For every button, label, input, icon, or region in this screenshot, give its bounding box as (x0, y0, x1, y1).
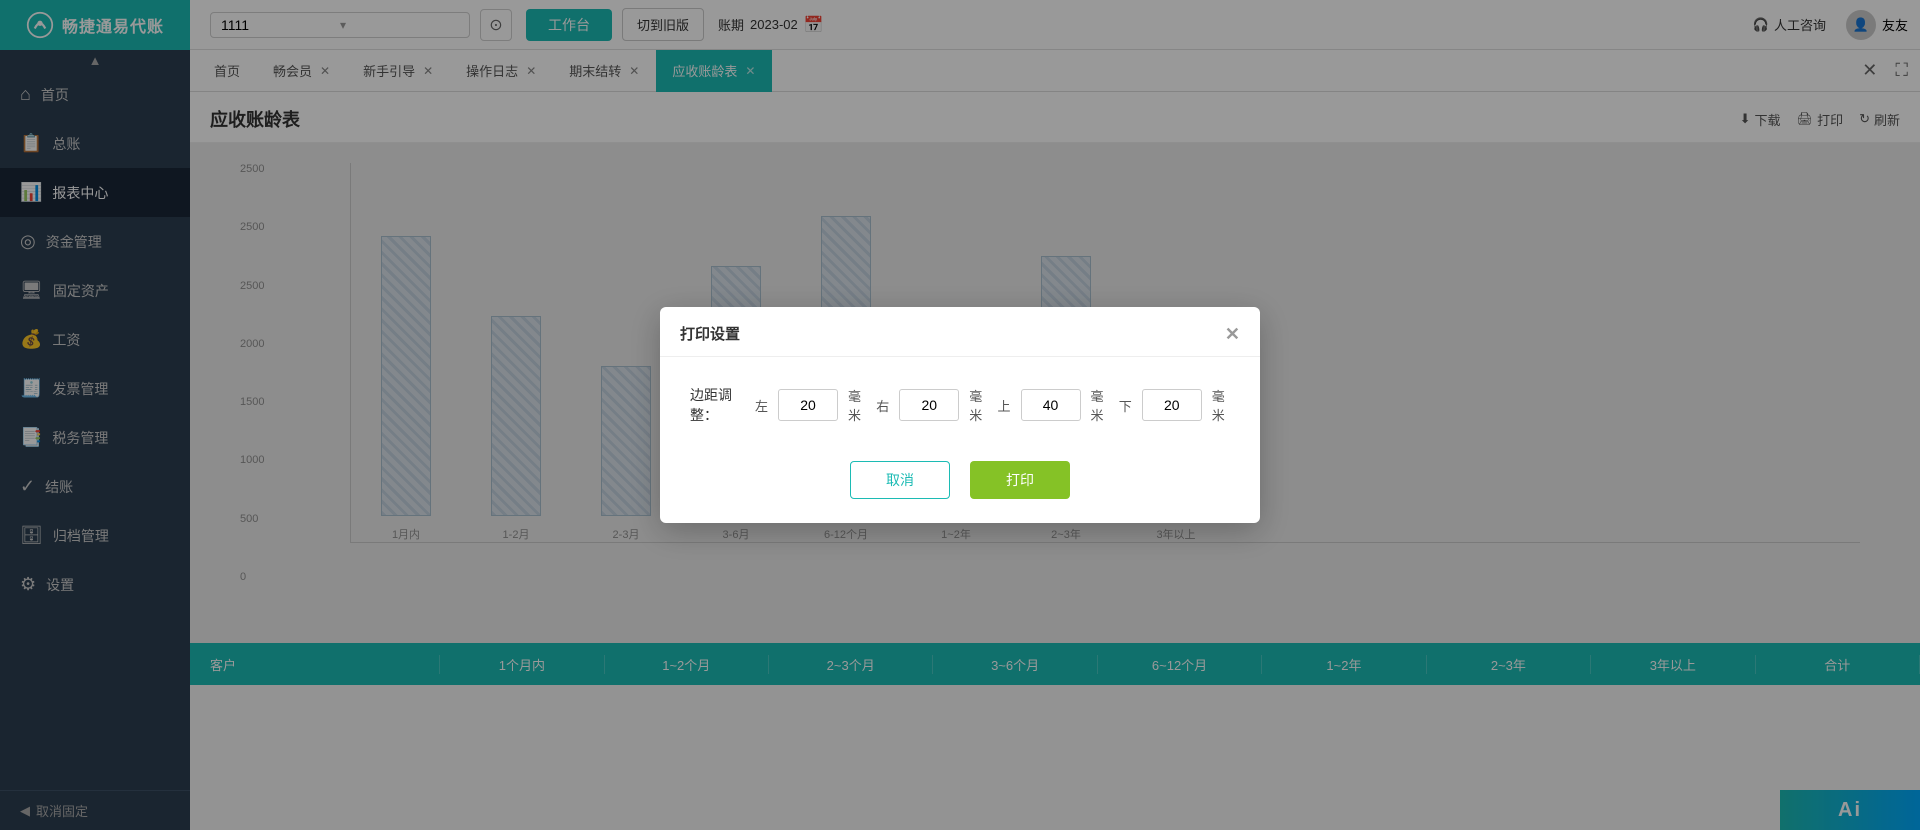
dialog-header: 打印设置 ✕ (660, 307, 1260, 357)
top-label: 上 (998, 396, 1011, 415)
left-unit: 毫米 (848, 386, 866, 424)
print-settings-dialog: 打印设置 ✕ 边距调整： 左 毫米 右 毫米 上 毫米 下 毫米 取消 打印 (660, 307, 1260, 523)
dialog-body: 边距调整： 左 毫米 右 毫米 上 毫米 下 毫米 (660, 357, 1260, 445)
cancel-button[interactable]: 取消 (850, 461, 950, 499)
right-margin-input[interactable] (899, 389, 959, 421)
dialog-footer: 取消 打印 (660, 445, 1260, 523)
confirm-print-button[interactable]: 打印 (970, 461, 1070, 499)
dialog-close-button[interactable]: ✕ (1225, 325, 1240, 343)
top-margin-input[interactable] (1021, 389, 1081, 421)
top-unit: 毫米 (1091, 386, 1109, 424)
bottom-margin-input[interactable] (1142, 389, 1202, 421)
left-margin-input[interactable] (778, 389, 838, 421)
right-unit: 毫米 (969, 386, 987, 424)
modal-overlay: 打印设置 ✕ 边距调整： 左 毫米 右 毫米 上 毫米 下 毫米 取消 打印 (0, 0, 1920, 830)
right-label: 右 (876, 396, 889, 415)
dialog-title: 打印设置 (680, 323, 740, 344)
bottom-label: 下 (1119, 396, 1132, 415)
bottom-unit: 毫米 (1212, 386, 1230, 424)
left-label: 左 (755, 396, 768, 415)
margin-label: 边距调整： (690, 385, 739, 425)
margin-row: 边距调整： 左 毫米 右 毫米 上 毫米 下 毫米 (690, 385, 1230, 425)
